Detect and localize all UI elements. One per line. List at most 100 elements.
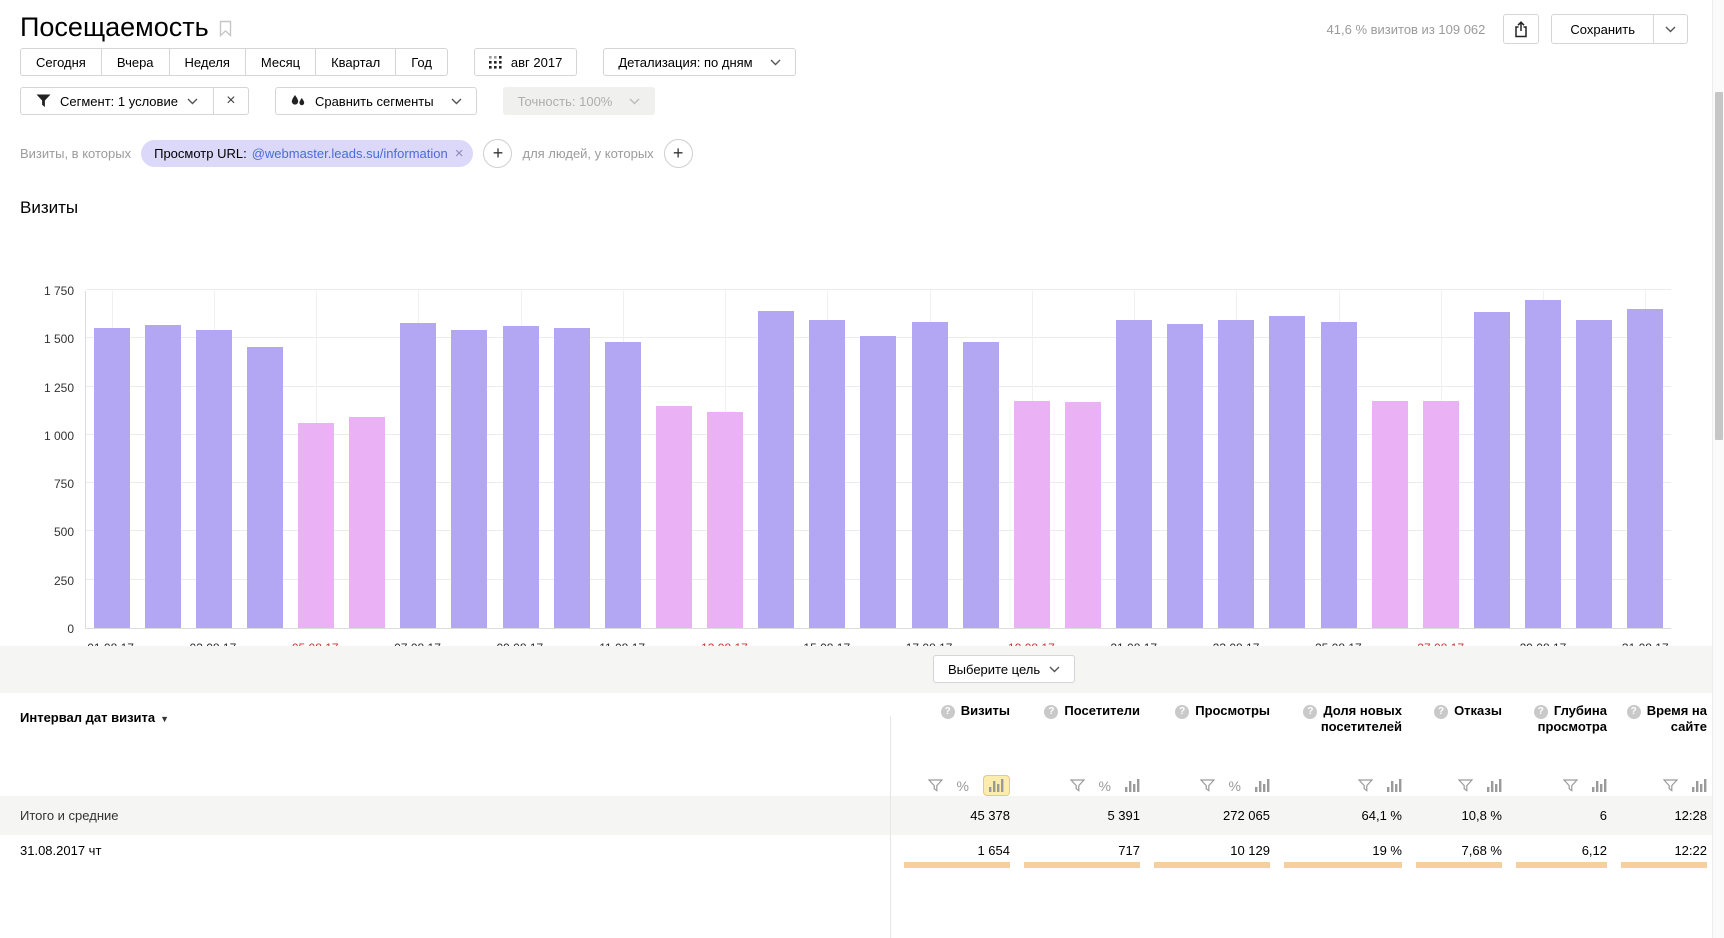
page-header: Посещаемость 41,6 % визитов из 109 062 С…	[0, 0, 1724, 44]
histogram-icon[interactable]	[1487, 779, 1502, 792]
save-button[interactable]: Сохранить	[1551, 14, 1654, 44]
histogram-icon[interactable]	[983, 775, 1010, 796]
period-tab-Вчера[interactable]: Вчера	[100, 48, 170, 76]
chart-bar	[246, 346, 283, 628]
column-header[interactable]: ? Глубина просмотра	[1502, 693, 1607, 775]
period-tab-Сегодня[interactable]: Сегодня	[20, 48, 102, 76]
bar-slot	[751, 291, 802, 628]
y-axis-label: 1 000	[43, 428, 74, 443]
add-visit-condition-button[interactable]: +	[483, 139, 513, 168]
bar-slot	[291, 291, 342, 628]
bar-slot	[86, 291, 137, 628]
column-filter-icons	[1502, 775, 1607, 796]
export-button[interactable]	[1503, 14, 1540, 44]
filter-icon[interactable]	[1563, 779, 1578, 792]
save-split-button: Сохранить	[1551, 14, 1688, 44]
help-icon[interactable]: ?	[940, 705, 955, 719]
help-icon[interactable]: ?	[1175, 705, 1190, 719]
totals-cell-value: 10,8 %	[1461, 808, 1502, 823]
page: Посещаемость 41,6 % визитов из 109 062 С…	[0, 0, 1724, 938]
segment-clear-button[interactable]: ×	[212, 87, 249, 115]
filter-icon[interactable]	[1663, 779, 1678, 792]
filter-icon[interactable]	[1069, 779, 1085, 792]
help-icon[interactable]: ?	[1533, 705, 1548, 719]
bar-slot	[1620, 291, 1671, 628]
column-header[interactable]: ? Просмотры	[1140, 693, 1270, 775]
chart-bar	[144, 324, 181, 628]
detail-level-button[interactable]: Детализация: по дням	[603, 48, 796, 76]
column-header[interactable]: ? Время на сайте	[1607, 693, 1707, 775]
column-header[interactable]: ? Визиты	[890, 693, 1010, 775]
column-header-label: Посетители	[1064, 703, 1140, 718]
filter-icon[interactable]	[1358, 779, 1373, 792]
segment-button[interactable]: Сегмент: 1 условие	[20, 87, 214, 115]
accuracy-label: Точность: 100%	[517, 93, 613, 109]
chart-bar	[1013, 401, 1050, 628]
cell-value: 19 %	[1372, 843, 1402, 858]
choose-goal-button[interactable]: Выберите цель	[933, 655, 1076, 683]
date-range-button[interactable]: авг 2017	[473, 48, 578, 76]
column-header[interactable]: ? Посетители	[1010, 693, 1140, 775]
chart-bar	[707, 411, 744, 628]
column-header[interactable]: ? Отказы	[1402, 693, 1502, 775]
url-filter-chip[interactable]: Просмотр URL: @webmaster.leads.su/inform…	[141, 140, 474, 167]
cell-value: 717	[1118, 843, 1140, 858]
for-people-label: для людей, у которых	[522, 146, 654, 161]
period-tab-Месяц[interactable]: Месяц	[244, 48, 317, 76]
column-filter-icons: %	[1140, 775, 1270, 796]
bar-slot	[393, 291, 444, 628]
filter-icon[interactable]	[1199, 779, 1215, 792]
filter-icon[interactable]	[927, 779, 943, 792]
histogram-icon[interactable]	[1255, 779, 1270, 792]
percent-icon[interactable]: %	[957, 778, 969, 794]
chevron-down-icon	[1049, 666, 1060, 673]
close-icon: ×	[226, 92, 236, 109]
bar-slot	[342, 291, 393, 628]
percent-icon[interactable]: %	[1099, 778, 1111, 794]
sort-descending-icon: ▼	[160, 714, 170, 724]
bar-slot	[546, 291, 597, 628]
period-tab-Год[interactable]: Год	[395, 48, 448, 76]
help-icon[interactable]: ?	[1626, 705, 1641, 719]
help-icon[interactable]: ?	[1044, 705, 1059, 719]
chevron-down-icon	[1665, 26, 1676, 33]
save-dropdown-button[interactable]	[1654, 14, 1688, 44]
chart-bar	[758, 311, 795, 628]
histogram-icon[interactable]	[1592, 779, 1607, 792]
column-header-label: Визиты	[960, 703, 1010, 718]
chart-bar	[502, 325, 539, 628]
period-tab-Квартал[interactable]: Квартал	[315, 48, 397, 76]
chart-bar	[1422, 401, 1459, 628]
help-icon[interactable]: ?	[1303, 705, 1318, 719]
column-header[interactable]: ? Доля новых посетителей	[1270, 693, 1402, 775]
chevron-down-icon	[187, 98, 198, 105]
bookmark-icon[interactable]	[219, 20, 232, 37]
bar-slot	[1211, 291, 1262, 628]
compare-segments-label: Сравнить сегменты	[314, 93, 434, 109]
plot-area	[85, 289, 1671, 629]
chart-bar	[1371, 401, 1408, 628]
scrollbar-track[interactable]	[1712, 0, 1724, 938]
chip-remove-icon[interactable]: ×	[455, 146, 464, 161]
percent-icon[interactable]: %	[1229, 778, 1241, 794]
column-header-date-interval[interactable]: Интервал дат визита ▼	[0, 693, 890, 775]
cell-value-bar	[1154, 862, 1270, 868]
add-people-condition-button[interactable]: +	[663, 139, 693, 168]
histogram-icon[interactable]	[1692, 779, 1707, 792]
filter-row: Визиты, в которых Просмотр URL: @webmast…	[20, 139, 1724, 168]
compare-segments-button[interactable]: Сравнить сегменты	[274, 87, 477, 115]
filter-icon[interactable]	[1458, 779, 1473, 792]
chart-bar	[911, 321, 948, 628]
period-tab-Неделя[interactable]: Неделя	[168, 48, 246, 76]
cell-value-bar	[1024, 862, 1140, 868]
row-date-label[interactable]: 31.08.2017 чт	[0, 835, 890, 868]
period-toolbar: Сегодня Вчера Неделя Месяц Квартал Год авг 20…	[20, 48, 1724, 76]
accuracy-button[interactable]: Точность: 100%	[502, 87, 656, 115]
bar-slot	[597, 291, 648, 628]
histogram-icon[interactable]	[1125, 779, 1140, 792]
help-icon[interactable]: ?	[1434, 705, 1449, 719]
chart-bar	[809, 319, 846, 628]
scrollbar-thumb[interactable]	[1715, 92, 1723, 440]
totals-cell-value: 5 391	[1107, 808, 1140, 823]
histogram-icon[interactable]	[1387, 779, 1402, 792]
